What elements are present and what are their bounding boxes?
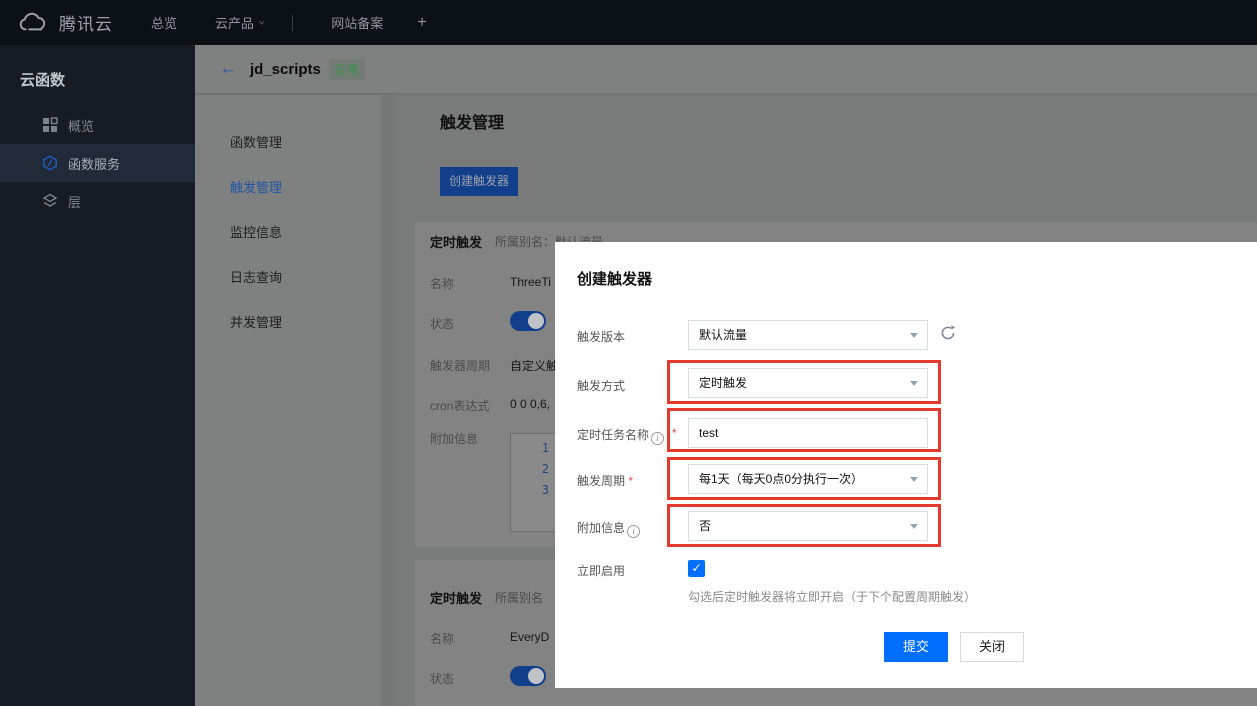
create-trigger-modal: 创建触发器 触发版本 默认流量 触发方式 定时触发 定时任务名称i * 触发周期… — [555, 242, 1257, 688]
sidebar-item-label: 函数服务 — [68, 154, 120, 173]
nav-products[interactable]: 云产品 ˅ — [215, 13, 264, 32]
line-number: 2 — [511, 459, 549, 480]
layers-icon — [42, 193, 58, 209]
trigger-period-select[interactable]: 每1天（每天0点0分执行一次） — [688, 464, 928, 494]
field-label: 触发器周期 — [430, 357, 490, 374]
label-text: 附加信息 — [577, 521, 625, 535]
left-sidebar: 云函数 概览 函数服务 层 — [0, 45, 195, 706]
field-value: 0 0 0,6, — [510, 397, 550, 411]
chevron-down-icon — [910, 333, 918, 338]
field-label-extra-info: 附加信息i — [577, 519, 640, 538]
sidebar-menu: 概览 函数服务 层 — [0, 106, 195, 220]
trigger-alias: 所属别名 — [495, 589, 543, 606]
back-arrow-icon[interactable]: ← — [219, 58, 238, 80]
label-text: 触发周期 — [577, 474, 625, 488]
field-value: 自定义触 — [510, 357, 558, 374]
enable-now-checkbox[interactable]: ✓ — [688, 560, 705, 577]
refresh-icon[interactable] — [939, 324, 957, 342]
nav-add-tab-button[interactable]: + — [417, 14, 426, 32]
nav-overview[interactable]: 总览 — [151, 13, 177, 32]
enable-helper-text: 勾选后定时触发器将立即开启（于下个配置周期触发） — [688, 588, 976, 605]
label-text: 定时任务名称 — [577, 428, 649, 442]
line-number: 1 — [511, 438, 549, 459]
submenu-item-trigger-management[interactable]: 触发管理 — [195, 164, 381, 209]
sidebar-item-layers[interactable]: 层 — [0, 182, 195, 220]
task-name-input[interactable] — [688, 418, 928, 448]
nav-divider — [292, 15, 293, 31]
submenu-item-monitoring[interactable]: 监控信息 — [195, 209, 381, 254]
status-badge: 正常 — [329, 59, 365, 80]
chevron-down-icon — [910, 524, 918, 529]
submit-button[interactable]: 提交 — [884, 632, 948, 662]
field-label-trigger-version: 触发版本 — [577, 328, 625, 345]
field-label: 名称 — [430, 630, 454, 647]
chevron-down-icon: ˅ — [259, 19, 264, 27]
field-label: 状态 — [430, 670, 454, 687]
field-label: 名称 — [430, 275, 454, 292]
top-navbar: 腾讯云 总览 云产品 ˅ 网站备案 + — [0, 0, 1257, 45]
submenu-item-logs[interactable]: 日志查询 — [195, 254, 381, 299]
field-label-task-name: 定时任务名称i — [577, 426, 664, 445]
submenu-item-concurrency[interactable]: 并发管理 — [195, 299, 381, 344]
function-header-bar: ← jd_scripts 正常 — [195, 45, 1257, 95]
field-label: 附加信息 — [430, 430, 478, 447]
submenu-item-function-management[interactable]: 函数管理 — [195, 119, 381, 164]
trigger-version-select[interactable]: 默认流量 — [688, 320, 928, 350]
nav-products-label: 云产品 — [215, 13, 254, 32]
page-title: 触发管理 — [440, 109, 504, 133]
selected-value: 默认流量 — [699, 328, 747, 342]
field-value: ThreeTi — [510, 275, 551, 289]
sidebar-item-label: 层 — [68, 192, 81, 211]
sidebar-item-overview[interactable]: 概览 — [0, 106, 195, 144]
sidebar-title: 云函数 — [0, 45, 195, 90]
cloud-logo-icon — [16, 12, 50, 34]
field-label: 状态 — [430, 315, 454, 332]
required-asterisk: * — [672, 426, 677, 440]
info-icon[interactable]: i — [651, 432, 664, 445]
toggle-knob — [528, 668, 544, 684]
chevron-down-icon — [910, 477, 918, 482]
tencent-cloud-brand[interactable]: 腾讯云 — [16, 10, 113, 35]
field-value: EveryD — [510, 630, 549, 644]
status-toggle[interactable] — [510, 666, 546, 686]
field-label: cron表达式 — [430, 397, 489, 414]
nav-beian[interactable]: 网站备案 — [331, 13, 383, 32]
function-hexagon-icon — [42, 155, 58, 171]
trigger-type: 定时触发 — [430, 588, 482, 607]
status-toggle[interactable] — [510, 311, 546, 331]
close-button[interactable]: 关闭 — [960, 632, 1024, 662]
function-name: jd_scripts — [250, 61, 321, 78]
modal-title: 创建触发器 — [577, 268, 652, 289]
trigger-method-select[interactable]: 定时触发 — [688, 368, 928, 398]
field-label-enable-now: 立即启用 — [577, 562, 625, 579]
selected-value: 否 — [699, 519, 711, 533]
field-label-trigger-method: 触发方式 — [577, 377, 625, 394]
selected-value: 定时触发 — [699, 376, 747, 390]
line-number: 3 — [511, 480, 549, 501]
create-trigger-button[interactable]: 创建触发器 — [440, 167, 518, 196]
required-asterisk: * — [628, 474, 633, 488]
info-icon[interactable]: i — [627, 525, 640, 538]
selected-value: 每1天（每天0点0分执行一次） — [699, 472, 863, 486]
trigger-type: 定时触发 — [430, 232, 482, 251]
toggle-knob — [528, 313, 544, 329]
field-label-trigger-period: 触发周期 * — [577, 472, 633, 489]
chevron-down-icon — [910, 381, 918, 386]
sidebar-item-label: 概览 — [68, 116, 94, 135]
brand-name: 腾讯云 — [59, 10, 113, 35]
sidebar-item-function-service[interactable]: 函数服务 — [0, 144, 195, 182]
extra-info-select[interactable]: 否 — [688, 511, 928, 541]
function-submenu: 函数管理 触发管理 监控信息 日志查询 并发管理 — [195, 95, 395, 706]
grid-icon — [42, 117, 58, 133]
